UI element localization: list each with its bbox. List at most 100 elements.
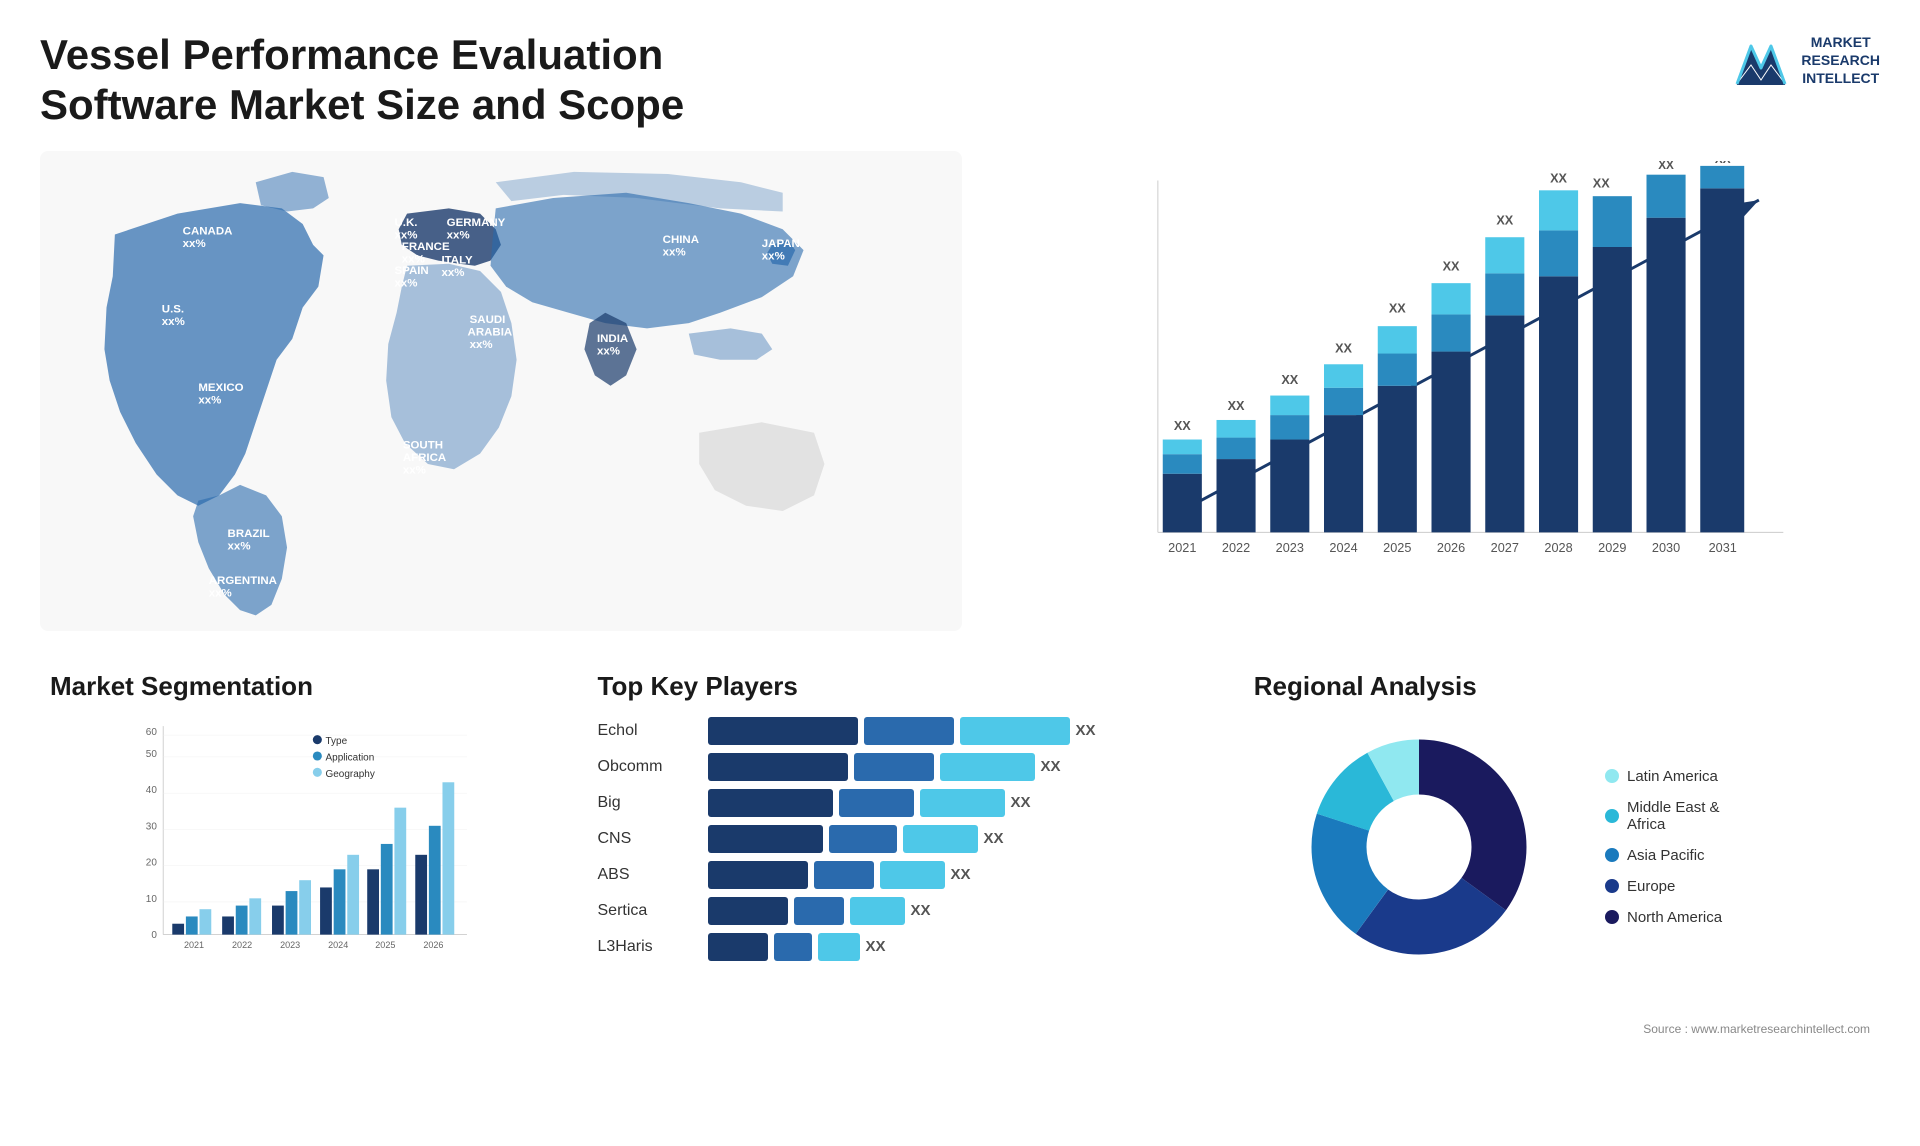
- player-bar-abs: XX: [708, 861, 971, 889]
- svg-text:CANADA: CANADA: [183, 225, 233, 237]
- player-xx-obcomm: XX: [1041, 758, 1061, 775]
- players-list: Echol XX Obcomm XX: [598, 717, 1214, 961]
- svg-text:xx%: xx%: [597, 345, 620, 357]
- bar-light-sertica: [850, 897, 905, 925]
- regional-section: Regional Analysis: [1244, 661, 1880, 1041]
- svg-text:xx%: xx%: [762, 250, 785, 262]
- world-map-svg: CANADA xx% U.S. xx% MEXICO xx% BRAZIL xx…: [40, 151, 962, 631]
- logo-icon: [1731, 30, 1791, 90]
- bar-mid-echol: [864, 717, 954, 745]
- svg-text:2022: 2022: [1222, 541, 1250, 555]
- bar-light-l3haris: [818, 933, 860, 961]
- player-xx-big: XX: [1011, 794, 1031, 811]
- bar-light-big: [920, 789, 1005, 817]
- svg-text:xx%: xx%: [441, 267, 464, 279]
- player-row-cns: CNS XX: [598, 825, 1214, 853]
- bar-dark-echol: [708, 717, 858, 745]
- svg-text:XX: XX: [1658, 161, 1674, 172]
- bar-light-obcomm: [940, 753, 1035, 781]
- page-title: Vessel Performance Evaluation Software M…: [40, 30, 740, 131]
- svg-text:xx%: xx%: [209, 587, 232, 599]
- bar-light-echol: [960, 717, 1070, 745]
- bar-mid-obcomm: [854, 753, 934, 781]
- map-container: CANADA xx% U.S. xx% MEXICO xx% BRAZIL xx…: [40, 151, 962, 631]
- svg-text:U.K.: U.K.: [395, 217, 418, 229]
- svg-text:2024: 2024: [1329, 541, 1357, 555]
- svg-text:XX: XX: [1174, 419, 1191, 433]
- segmentation-section: Market Segmentation 0 10 20 30 40 50 60: [40, 661, 568, 1041]
- svg-text:XX: XX: [1442, 259, 1459, 273]
- player-xx-sertica: XX: [911, 902, 931, 919]
- legend-north-america: North America: [1605, 909, 1870, 926]
- bar-dark-big: [708, 789, 833, 817]
- bar-dark-l3haris: [708, 933, 768, 961]
- player-bar-big: XX: [708, 789, 1031, 817]
- top-row: CANADA xx% U.S. xx% MEXICO xx% BRAZIL xx…: [40, 151, 1880, 631]
- bar-mid-sertica: [794, 897, 844, 925]
- svg-text:Geography: Geography: [326, 769, 375, 780]
- svg-text:XX: XX: [1227, 399, 1244, 413]
- legend-middle-east: Middle East &Africa: [1605, 799, 1870, 833]
- legend-label-latin: Latin America: [1627, 768, 1718, 785]
- svg-text:2021: 2021: [1168, 541, 1196, 555]
- svg-text:2027: 2027: [1491, 541, 1519, 555]
- player-bar-cns: XX: [708, 825, 1004, 853]
- svg-text:xx%: xx%: [470, 339, 493, 351]
- legend-label-na: North America: [1627, 909, 1722, 926]
- key-players-section: Top Key Players Echol XX Obcomm: [588, 661, 1224, 1041]
- svg-text:INDIA: INDIA: [597, 333, 628, 345]
- svg-text:ITALY: ITALY: [441, 254, 473, 266]
- svg-text:GERMANY: GERMANY: [447, 217, 506, 229]
- legend-asia-pacific: Asia Pacific: [1605, 847, 1870, 864]
- svg-text:xx%: xx%: [395, 277, 418, 289]
- player-row-big: Big XX: [598, 789, 1214, 817]
- svg-text:40: 40: [146, 785, 158, 796]
- map-section: CANADA xx% U.S. xx% MEXICO xx% BRAZIL xx…: [40, 151, 962, 631]
- svg-text:0: 0: [151, 930, 157, 941]
- svg-text:2028: 2028: [1544, 541, 1572, 555]
- svg-text:2025: 2025: [375, 940, 395, 950]
- player-name-sertica: Sertica: [598, 902, 698, 920]
- player-row-obcomm: Obcomm XX: [598, 753, 1214, 781]
- svg-text:2026: 2026: [423, 940, 443, 950]
- bar-mid-big: [839, 789, 914, 817]
- svg-text:2030: 2030: [1652, 541, 1680, 555]
- svg-text:SAUDI: SAUDI: [470, 314, 506, 326]
- svg-text:SPAIN: SPAIN: [395, 265, 429, 277]
- svg-text:2026: 2026: [1437, 541, 1465, 555]
- svg-text:2029: 2029: [1598, 541, 1626, 555]
- svg-text:XX: XX: [1550, 171, 1567, 185]
- svg-text:2021: 2021: [184, 940, 204, 950]
- svg-text:50: 50: [146, 749, 158, 760]
- player-xx-abs: XX: [951, 866, 971, 883]
- segmentation-title: Market Segmentation: [50, 671, 558, 702]
- svg-text:xx%: xx%: [402, 253, 425, 265]
- key-players-title: Top Key Players: [598, 671, 1214, 702]
- svg-text:CHINA: CHINA: [663, 234, 699, 246]
- svg-text:xx%: xx%: [663, 246, 686, 258]
- svg-text:XX: XX: [1715, 161, 1731, 166]
- donut-area: [1254, 717, 1585, 977]
- player-name-big: Big: [598, 794, 698, 812]
- page-container: Vessel Performance Evaluation Software M…: [0, 0, 1920, 1146]
- legend-latin-america: Latin America: [1605, 768, 1870, 785]
- svg-text:Application: Application: [326, 752, 375, 763]
- donut-chart: [1289, 717, 1549, 977]
- player-name-cns: CNS: [598, 830, 698, 848]
- player-name-obcomm: Obcomm: [598, 758, 698, 776]
- player-row-echol: Echol XX: [598, 717, 1214, 745]
- bar-mid-l3haris: [774, 933, 812, 961]
- logo-text: MARKET RESEARCH INTELLECT: [1801, 33, 1880, 88]
- regional-title: Regional Analysis: [1254, 671, 1870, 702]
- svg-text:ARABIA: ARABIA: [468, 326, 513, 338]
- bar-mid-abs: [814, 861, 874, 889]
- legend-dot-apac: [1605, 848, 1619, 862]
- bottom-row: Market Segmentation 0 10 20 30 40 50 60: [40, 661, 1880, 1041]
- svg-text:30: 30: [146, 821, 158, 832]
- svg-text:SOUTH: SOUTH: [403, 439, 443, 451]
- player-xx-l3haris: XX: [866, 938, 886, 955]
- svg-text:U.S.: U.S.: [162, 304, 184, 316]
- svg-text:ARGENTINA: ARGENTINA: [209, 575, 277, 587]
- player-name-l3haris: L3Haris: [598, 938, 698, 956]
- bar-chart-section: XX 2021 XX 2022 XX 2023 XX 2024: [982, 151, 1880, 631]
